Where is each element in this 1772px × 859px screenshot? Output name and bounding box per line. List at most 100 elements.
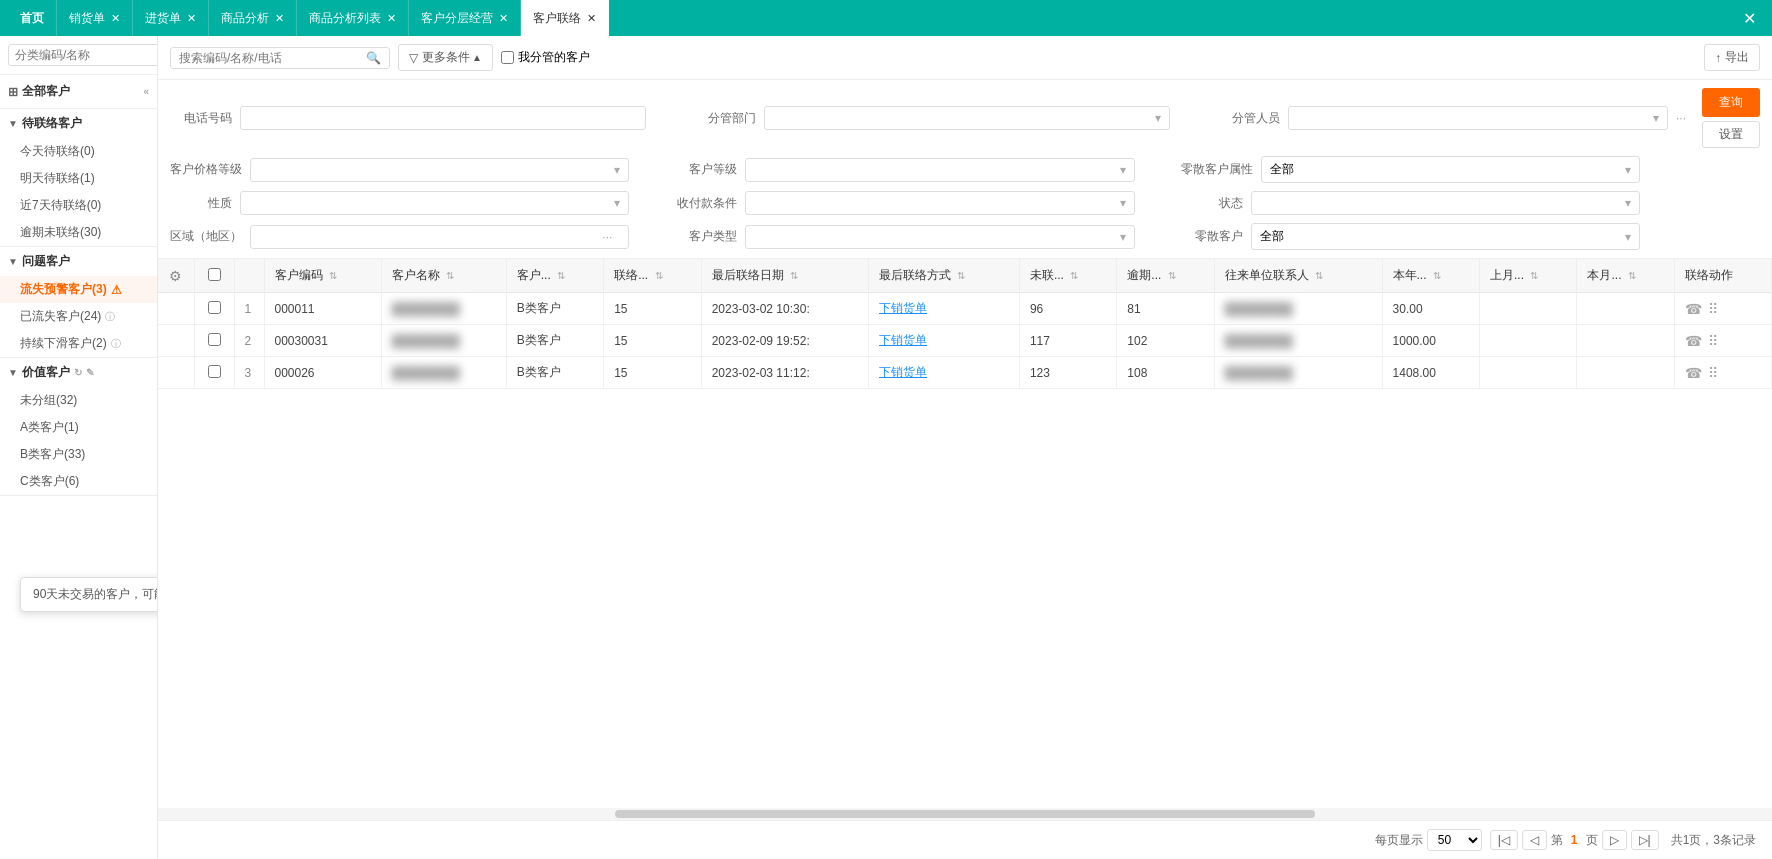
status-select[interactable]: ▾ [1251, 191, 1640, 215]
th-overdue[interactable]: 逾期... ⇅ [1117, 259, 1214, 293]
region-more-icon[interactable]: ··· [594, 230, 620, 244]
th-code[interactable]: 客户编码 ⇅ [264, 259, 381, 293]
th-last-date[interactable]: 最后联络日期 ⇅ [701, 259, 868, 293]
more-action-icon[interactable]: ⠿ [1708, 301, 1718, 317]
more-action-icon[interactable]: ⠿ [1708, 333, 1718, 349]
close-purchase-tab[interactable]: ✕ [187, 12, 196, 25]
tab-purchase[interactable]: 进货单 ✕ [133, 0, 209, 36]
sidebar-item-class-b[interactable]: B类客户(33) [0, 441, 157, 468]
contact-icon[interactable]: ☎ [1685, 365, 1702, 381]
tab-product-analysis-list[interactable]: 商品分析列表 ✕ [297, 0, 409, 36]
zero-customer-attr-select[interactable]: 全部 ▾ [1261, 156, 1640, 183]
manager-select[interactable]: ▾ [1288, 106, 1668, 130]
close-product-analysis-list-tab[interactable]: ✕ [387, 12, 396, 25]
contact-icon[interactable]: ☎ [1685, 333, 1702, 349]
row-checkbox[interactable] [208, 365, 221, 378]
sidebar-item-class-a[interactable]: A类客户(1) [0, 414, 157, 441]
contact-method-link[interactable]: 下销货单 [879, 333, 927, 347]
my-customers-label[interactable]: 我分管的客户 [501, 49, 590, 66]
more-conditions-button[interactable]: ▽ 更多条件 ▲ [398, 44, 493, 71]
filter-zero-customer-attr: 零散客户属性 全部 ▾ [1181, 156, 1640, 183]
customer-level-select[interactable]: ▾ [745, 158, 1134, 182]
tab-customer-contact[interactable]: 客户联络 ✕ [521, 0, 609, 36]
close-sales-tab[interactable]: ✕ [111, 12, 120, 25]
sidebar-group-lost-title[interactable]: ▼ 问题客户 [0, 247, 157, 276]
collapse-sidebar-icon[interactable]: « [143, 86, 149, 97]
sidebar-item-lost[interactable]: 已流失客户(24) ⓘ [0, 303, 157, 330]
table-settings-button[interactable]: ⚙ [169, 268, 182, 284]
th-type[interactable]: 客户... ⇅ [506, 259, 603, 293]
chevron-down-icon-3: ▾ [614, 163, 620, 177]
search-input[interactable] [179, 51, 366, 65]
scrollbar-thumb[interactable] [615, 810, 1315, 818]
dept-select[interactable]: ▾ [764, 106, 1170, 130]
manager-label: 分管人员 [1218, 110, 1288, 127]
contact-method-link[interactable]: 下销货单 [879, 365, 927, 379]
row-settings-cell [158, 357, 194, 389]
sidebar-item-overdue-pending[interactable]: 逾期未联络(30) [0, 219, 157, 246]
row-checkbox[interactable] [208, 301, 221, 314]
horizontal-scrollbar[interactable] [158, 808, 1772, 820]
sidebar-item-tomorrow-pending[interactable]: 明天待联络(1) [0, 165, 157, 192]
sidebar-item-declining[interactable]: 持续下滑客户(2) ⓘ [0, 330, 157, 357]
row-settings-cell [158, 293, 194, 325]
last-page-button[interactable]: ▷| [1631, 830, 1659, 850]
row-checkbox[interactable] [208, 333, 221, 346]
contact-icon[interactable]: ☎ [1685, 301, 1702, 317]
th-contact[interactable]: 联络... ⇅ [604, 259, 701, 293]
first-page-button[interactable]: |◁ [1490, 830, 1518, 850]
current-page-num: 1 [1571, 833, 1578, 847]
tab-product-analysis[interactable]: 商品分析 ✕ [209, 0, 297, 36]
phone-input[interactable] [240, 106, 646, 130]
search-icon[interactable]: 🔍 [366, 51, 381, 65]
prev-page-button[interactable]: ◁ [1522, 830, 1547, 850]
row-seq: 1 [234, 293, 264, 325]
sidebar-group-valued-title[interactable]: ▼ 价值客户 ↻ ✎ [0, 358, 157, 387]
th-name[interactable]: 客户名称 ⇅ [381, 259, 506, 293]
customer-type-select[interactable]: ▾ [745, 225, 1134, 249]
row-type: B类客户 [506, 293, 603, 325]
row-action: ☎ ⠿ [1674, 325, 1771, 357]
sidebar-all-customers[interactable]: ⊞ 全部客户 « [0, 75, 157, 109]
customer-level-label: 客户等级 [675, 161, 745, 178]
th-this-year[interactable]: 本年... ⇅ [1382, 259, 1479, 293]
sidebar-item-today-pending[interactable]: 今天待联络(0) [0, 138, 157, 165]
gender-select[interactable]: ▾ [240, 191, 629, 215]
export-button[interactable]: ↑ 导出 [1704, 44, 1760, 71]
th-last-method[interactable]: 最后联络方式 ⇅ [869, 259, 1020, 293]
row-this-month [1577, 325, 1674, 357]
more-icon[interactable]: ··· [1668, 111, 1694, 125]
sidebar-item-at-risk[interactable]: 流失预警客户(3) ⚠ [0, 276, 157, 303]
tab-home[interactable]: 首页 [8, 0, 57, 36]
close-app-button[interactable]: ✕ [1735, 9, 1764, 28]
close-customer-contact-tab[interactable]: ✕ [587, 12, 596, 25]
th-not-contact[interactable]: 未联... ⇅ [1019, 259, 1116, 293]
payment-select[interactable]: ▾ [745, 191, 1134, 215]
contact-method-link[interactable]: 下销货单 [879, 301, 927, 315]
th-unit-contact[interactable]: 往来单位联系人 ⇅ [1214, 259, 1382, 293]
tab-customer-segment[interactable]: 客户分层经营 ✕ [409, 0, 521, 36]
edit-icon[interactable]: ✎ [86, 367, 94, 378]
tab-sales[interactable]: 销货单 ✕ [57, 0, 133, 36]
th-this-month[interactable]: 本月... ⇅ [1577, 259, 1674, 293]
sidebar-item-7days-pending[interactable]: 近7天待联络(0) [0, 192, 157, 219]
zero-customer-select[interactable]: 全部 ▾ [1251, 223, 1640, 250]
next-page-button[interactable]: ▷ [1602, 830, 1627, 850]
select-all-checkbox[interactable] [208, 268, 221, 281]
more-action-icon[interactable]: ⠿ [1708, 365, 1718, 381]
sidebar-search-input[interactable] [8, 44, 158, 66]
page-size-select[interactable]: 50 100 200 [1427, 829, 1482, 851]
close-product-analysis-tab[interactable]: ✕ [275, 12, 284, 25]
price-level-select[interactable]: ▾ [250, 158, 629, 182]
settings-button[interactable]: 设置 [1702, 121, 1760, 148]
close-customer-segment-tab[interactable]: ✕ [499, 12, 508, 25]
my-customers-checkbox[interactable] [501, 51, 514, 64]
region-select[interactable]: ··· [250, 225, 629, 249]
refresh-icon[interactable]: ↻ [74, 367, 82, 378]
query-button[interactable]: 查询 [1702, 88, 1760, 117]
row-overdue: 102 [1117, 325, 1214, 357]
sidebar-group-pending-title[interactable]: ▼ 待联络客户 [0, 109, 157, 138]
th-last-month[interactable]: 上月... ⇅ [1480, 259, 1577, 293]
sidebar-item-unclassified[interactable]: 未分组(32) [0, 387, 157, 414]
sidebar-item-class-c[interactable]: C类客户(6) [0, 468, 157, 495]
